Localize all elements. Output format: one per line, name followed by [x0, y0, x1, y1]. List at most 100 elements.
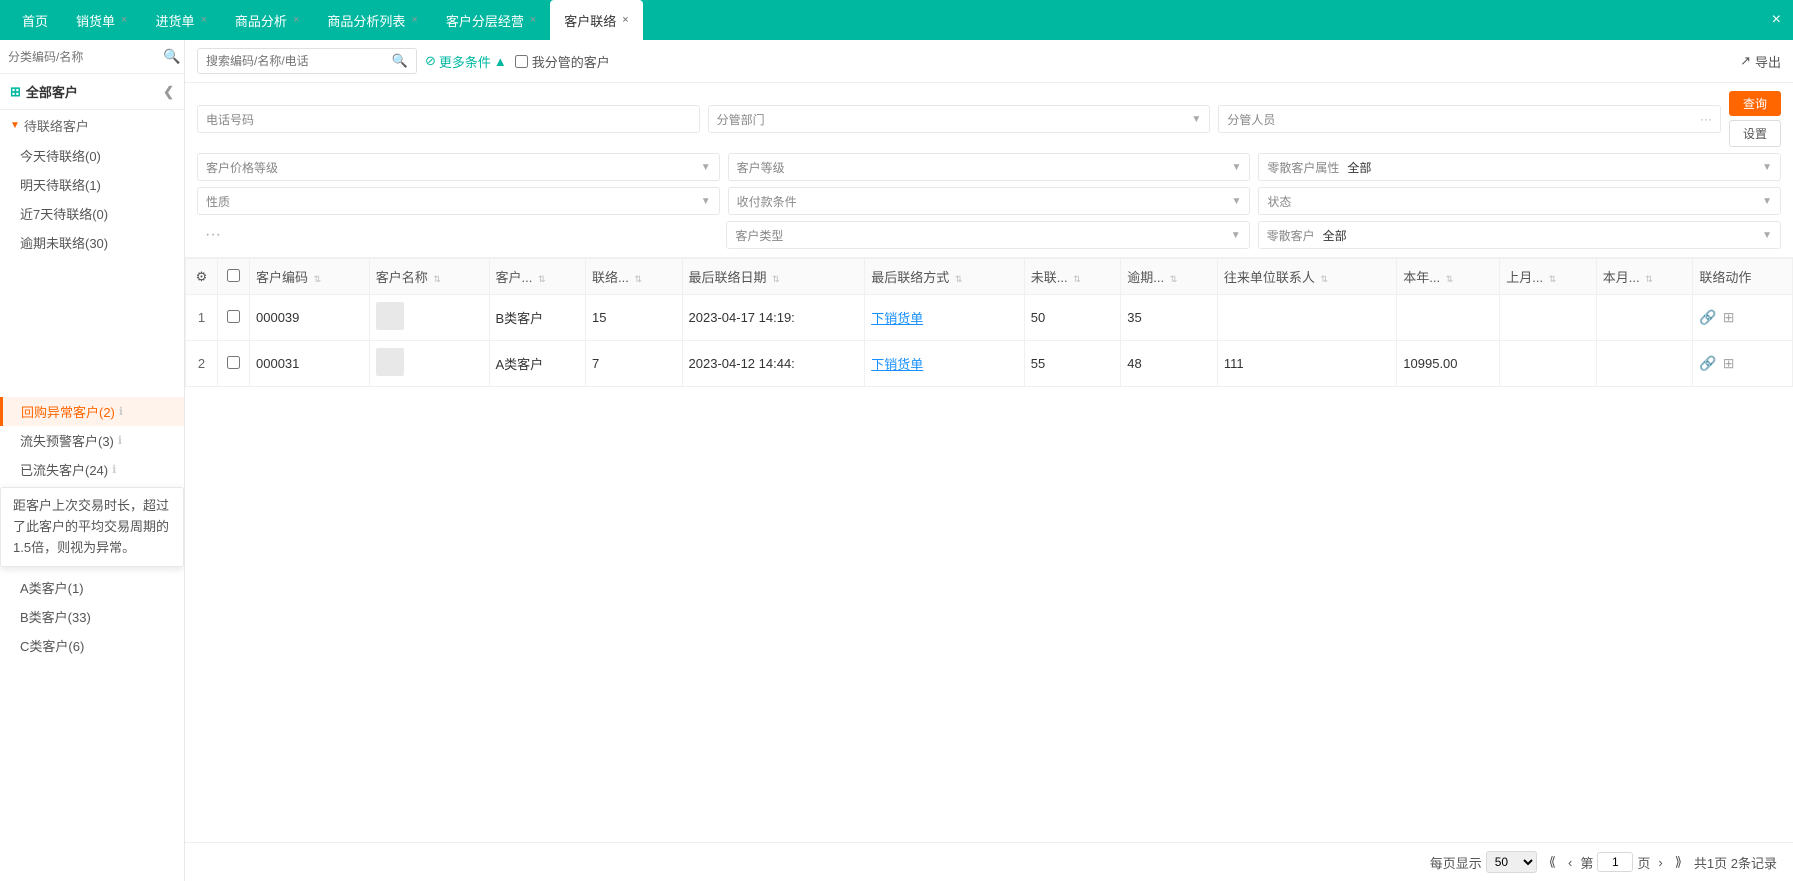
th-last-contact-method[interactable]: 最后联络方式 ⇅	[865, 259, 1025, 295]
sort-icon-person: ⇅	[1320, 274, 1328, 284]
row2-checkbox[interactable]	[227, 356, 240, 369]
sort-icon-overdue: ⇅	[1170, 274, 1178, 284]
settings-button[interactable]: 设置	[1729, 120, 1781, 147]
filter-search-box: 🔍	[197, 48, 417, 74]
th-settings[interactable]: ⚙	[186, 259, 218, 295]
sort-icon-name: ⇅	[433, 274, 441, 284]
action-link-icon-2[interactable]: 🔗	[1699, 355, 1716, 372]
action-grid-icon-1[interactable]: ⊞	[1723, 309, 1735, 326]
close-analysis-tab[interactable]: ×	[293, 14, 299, 26]
query-button[interactable]: 查询	[1729, 91, 1781, 116]
sidebar-item-today[interactable]: 今天待联络(0)	[0, 141, 184, 170]
filter-retail-attr[interactable]: 零散客户属性 全部 ▼	[1258, 153, 1781, 181]
sidebar-item-class-b[interactable]: B类客户(33)	[0, 602, 184, 631]
nav-tab-sales[interactable]: 销货单 ×	[62, 0, 141, 40]
close-customer-contact-tab[interactable]: ×	[622, 14, 628, 26]
close-sales-tab[interactable]: ×	[121, 14, 127, 26]
filter-status[interactable]: 状态 ▼	[1258, 187, 1781, 215]
td-unlocked-1: 50	[1024, 295, 1121, 341]
th-this-month[interactable]: 本月... ⇅	[1596, 259, 1693, 295]
th-customer-code[interactable]: 客户编码 ⇅	[250, 259, 370, 295]
sidebar-item-tomorrow[interactable]: 明天待联络(1)	[0, 170, 184, 199]
td-name-2	[369, 341, 489, 387]
th-contact-count[interactable]: 联络... ⇅	[586, 259, 683, 295]
filter-search-input[interactable]	[206, 54, 392, 68]
sidebar-search-input[interactable]	[8, 50, 163, 64]
filter-phone: 电话号码	[197, 105, 700, 133]
sidebar-item-7days[interactable]: 近7天待联络(0)	[0, 199, 184, 228]
data-table-area: ⚙ 客户编码 ⇅ 客户名称 ⇅ 客户... ⇅	[185, 258, 1793, 842]
sidebar-item-class-a[interactable]: A类客户(1)	[0, 573, 184, 602]
action-icons-1: 🔗 ⊞	[1699, 309, 1786, 326]
td-checkbox-2[interactable]	[218, 341, 250, 387]
filter-price-level[interactable]: 客户价格等级 ▼	[197, 153, 720, 181]
th-contact-person[interactable]: 往来单位联系人 ⇅	[1217, 259, 1396, 295]
filter-customer-level[interactable]: 客户等级 ▼	[728, 153, 1251, 181]
my-customers-checkbox[interactable]: 我分管的客户	[515, 52, 610, 71]
nav-tab-customer-tier[interactable]: 客户分层经营 ×	[432, 0, 550, 40]
sidebar-item-overdue[interactable]: 逾期未联络(30)	[0, 228, 184, 257]
my-customers-check[interactable]	[515, 55, 528, 68]
sidebar-item-repurchase-abnormal[interactable]: 回购异常客户(2) ℹ	[0, 397, 184, 426]
nav-tab-analysis[interactable]: 商品分析 ×	[221, 0, 313, 40]
filter-search-icon[interactable]: 🔍	[392, 53, 408, 69]
avatar-1	[376, 302, 404, 330]
sidebar-search-icon[interactable]: 🔍	[163, 48, 180, 65]
close-analysis-list-tab[interactable]: ×	[411, 14, 417, 26]
sort-icon-last-month: ⇅	[1549, 274, 1557, 284]
close-purchase-tab[interactable]: ×	[200, 14, 206, 26]
export-button[interactable]: ↗ 导出	[1740, 52, 1781, 71]
th-this-year[interactable]: 本年... ⇅	[1397, 259, 1500, 295]
retail-customer-arrow: ▼	[1762, 230, 1772, 241]
th-overdue[interactable]: 逾期... ⇅	[1121, 259, 1218, 295]
th-customer-name[interactable]: 客户名称 ⇅	[369, 259, 489, 295]
filter-manager[interactable]: 分管人员 ···	[1218, 105, 1721, 133]
next-page-button[interactable]: ›	[1654, 853, 1666, 872]
nav-tab-analysis-list[interactable]: 商品分析列表 ×	[313, 0, 431, 40]
td-last-method-2[interactable]: 下销货单	[865, 341, 1025, 387]
th-last-month[interactable]: 上月... ⇅	[1500, 259, 1597, 295]
sidebar-search-bar: 🔍	[0, 40, 184, 74]
filter-payment[interactable]: 收付款条件 ▼	[728, 187, 1251, 215]
action-link-icon-1[interactable]: 🔗	[1699, 309, 1716, 326]
nav-tab-home[interactable]: 首页	[8, 0, 62, 40]
action-grid-icon-2[interactable]: ⊞	[1723, 355, 1735, 372]
collapse-icon[interactable]: ❮	[163, 84, 174, 100]
prev-page-button[interactable]: ‹	[1564, 853, 1576, 872]
sort-icon-last-date: ⇅	[772, 274, 780, 284]
td-last-method-1[interactable]: 下销货单	[865, 295, 1025, 341]
td-contact-count-1: 15	[586, 295, 683, 341]
th-customer-level[interactable]: 客户... ⇅	[489, 259, 586, 295]
filter-nature[interactable]: 性质 ▼	[197, 187, 720, 215]
sidebar-item-class-c[interactable]: C类客户(6)	[0, 631, 184, 660]
retail-attr-arrow: ▼	[1762, 162, 1772, 173]
nav-tab-purchase[interactable]: 进货单 ×	[141, 0, 220, 40]
filter-customer-type[interactable]: 客户类型 ▼	[726, 221, 1249, 249]
sidebar-item-churned[interactable]: 已流失客户(24) ℹ	[0, 455, 184, 484]
close-customer-tier-tab[interactable]: ×	[530, 14, 536, 26]
last-page-button[interactable]: ⟫	[1671, 852, 1686, 872]
sidebar-group-pending[interactable]: ▼ 待联络客户	[0, 110, 184, 141]
sidebar-all-customers[interactable]: ⊞ 全部客户 ❮	[0, 74, 184, 110]
sidebar-item-churn-warning[interactable]: 流失预警客户(3) ℹ	[0, 426, 184, 455]
sort-icon-code: ⇅	[314, 274, 322, 284]
td-code-1: 000039	[250, 295, 370, 341]
more-dots-icon[interactable]: ···	[205, 226, 221, 244]
action-icons-2: 🔗 ⊞	[1699, 355, 1786, 372]
th-last-contact-date[interactable]: 最后联络日期 ⇅	[682, 259, 865, 295]
td-row-num-1: 1	[186, 295, 218, 341]
filter-retail-customer[interactable]: 零散客户 全部 ▼	[1258, 221, 1781, 249]
row1-checkbox[interactable]	[227, 310, 240, 323]
td-checkbox-1[interactable]	[218, 295, 250, 341]
page-number-input[interactable]	[1597, 852, 1633, 872]
first-page-button[interactable]: ⟪	[1545, 852, 1560, 872]
th-unlocked[interactable]: 未联... ⇅	[1024, 259, 1121, 295]
nav-tab-customer-contact[interactable]: 客户联络 ×	[550, 0, 642, 40]
per-page-select[interactable]: 20 50 100 200	[1486, 851, 1537, 873]
filter-department[interactable]: 分管部门 ▼	[708, 105, 1211, 133]
td-name-1	[369, 295, 489, 341]
th-checkbox[interactable]	[218, 259, 250, 295]
more-conditions-button[interactable]: ⊘ 更多条件 ▲	[425, 52, 507, 71]
select-all-checkbox[interactable]	[227, 269, 240, 282]
window-close-button[interactable]: ×	[1772, 11, 1781, 29]
